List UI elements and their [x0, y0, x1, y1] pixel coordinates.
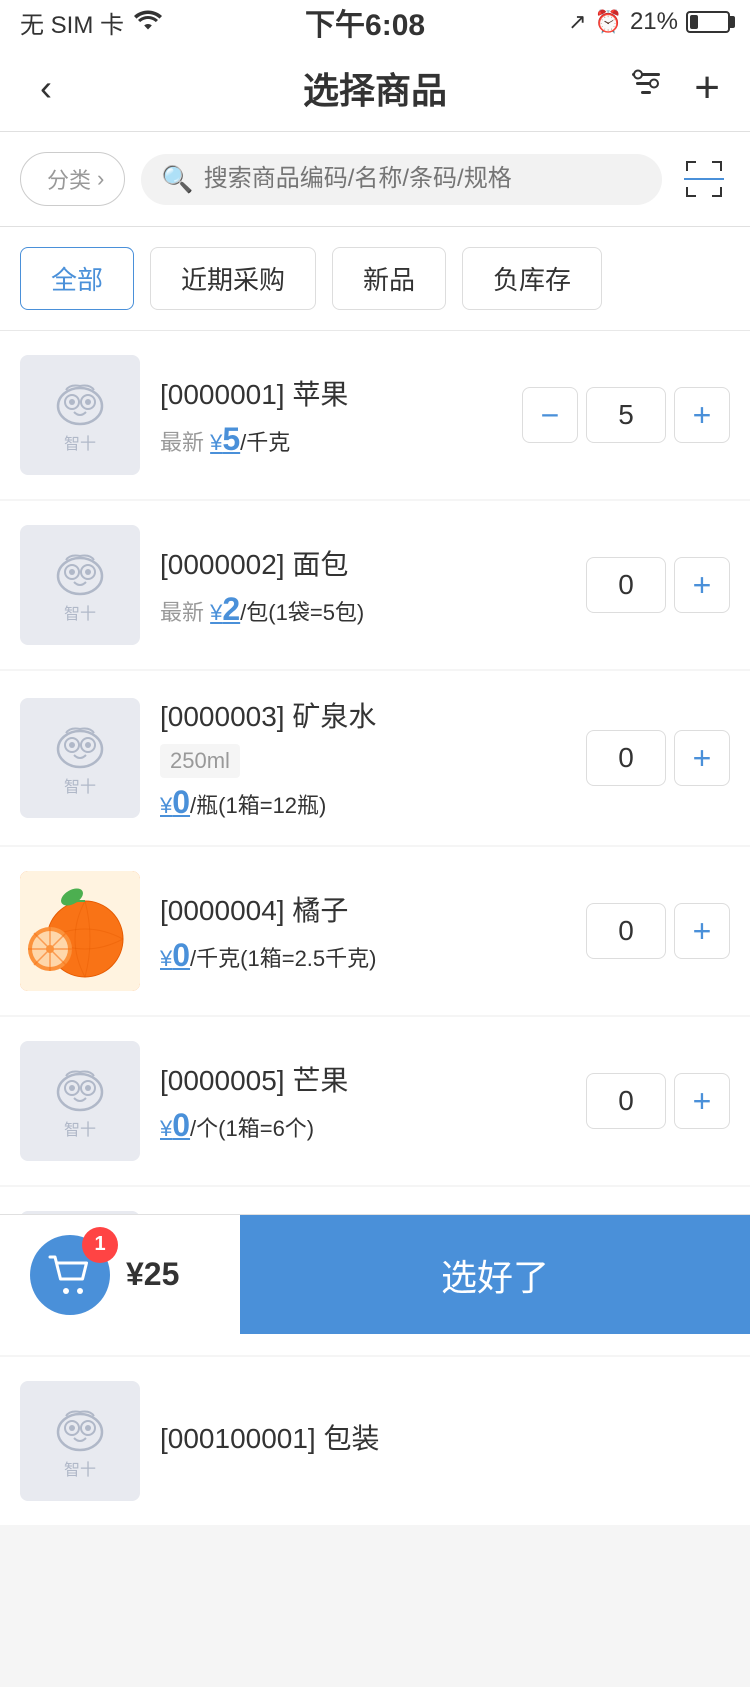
carrier-text: 无 SIM 卡	[20, 5, 124, 40]
page-title: 选择商品	[303, 62, 447, 114]
back-button[interactable]: ‹	[30, 57, 62, 119]
product-info: [0000001] 苹果 最新 ¥5/千克	[160, 373, 522, 458]
quantity-plus-button[interactable]: +	[674, 1073, 730, 1129]
status-bar: 无 SIM 卡 下午6:08 ↗ ⏰ 21%	[0, 0, 750, 44]
location-icon: ↗	[568, 9, 586, 35]
product-price: 最新 ¥5/千克	[160, 421, 522, 458]
product-info: [0000004] 橘子 ¥0/千克(1箱=2.5千克)	[160, 889, 586, 974]
search-icon: 🔍	[161, 164, 193, 195]
product-price: ¥0/千克(1箱=2.5千克)	[160, 937, 586, 974]
cart-total: ¥25	[126, 1256, 179, 1293]
product-item: 智十 [000100001] 包装	[0, 1357, 750, 1525]
placeholder-logo: 智十	[50, 1404, 110, 1479]
tab-recent[interactable]: 近期采购	[150, 247, 316, 310]
product-thumbnail: 智十	[20, 1381, 140, 1501]
wifi-icon	[134, 8, 162, 37]
product-quantity: +	[586, 557, 730, 613]
product-info: [000100001] 包装	[160, 1417, 730, 1465]
quantity-plus-button[interactable]: +	[674, 730, 730, 786]
quantity-input[interactable]	[586, 1073, 666, 1129]
product-thumbnail: 智十	[20, 698, 140, 818]
product-name: [0000001] 苹果	[160, 373, 522, 413]
status-left: 无 SIM 卡	[20, 5, 162, 40]
cart-badge: 1	[82, 1227, 118, 1263]
status-time: 下午6:08	[305, 0, 425, 44]
product-thumbnail: 智十	[20, 355, 140, 475]
placeholder-logo: 智十	[50, 378, 110, 453]
product-info: [0000005] 芒果 ¥0/个(1箱=6个)	[160, 1059, 586, 1144]
tab-all[interactable]: 全部	[20, 247, 134, 310]
quantity-input[interactable]	[586, 557, 666, 613]
search-input[interactable]	[204, 165, 642, 193]
cart-section: 1 ¥25	[0, 1235, 240, 1315]
product-item: 智十 [0000001] 苹果 最新 ¥5/千克 − +	[0, 331, 750, 499]
battery-icon	[686, 11, 730, 33]
placeholder-logo: 智十	[50, 1064, 110, 1139]
tab-negative-stock[interactable]: 负库存	[462, 247, 602, 310]
product-thumbnail: 智十	[20, 525, 140, 645]
quantity-input[interactable]	[586, 730, 666, 786]
cart-button[interactable]: 1	[30, 1235, 110, 1315]
search-input-wrap: 🔍	[141, 154, 662, 205]
bottom-bar: 1 ¥25 选好了	[0, 1214, 750, 1334]
product-price: 最新 ¥2/包(1袋=5包)	[160, 591, 586, 628]
quantity-input[interactable]	[586, 387, 666, 443]
product-name: [0000003] 矿泉水	[160, 695, 586, 735]
scan-icon[interactable]	[678, 153, 730, 205]
nav-actions: +	[628, 63, 720, 113]
product-price: ¥0/个(1箱=6个)	[160, 1107, 586, 1144]
alarm-icon: ⏰	[595, 9, 622, 35]
quantity-plus-button[interactable]: +	[674, 903, 730, 959]
placeholder-logo: 智十	[50, 721, 110, 796]
product-list: 智十 [0000001] 苹果 最新 ¥5/千克 − +	[0, 331, 750, 1687]
add-icon[interactable]: +	[694, 63, 720, 113]
product-item: [0000004] 橘子 ¥0/千克(1箱=2.5千克) +	[0, 847, 750, 1015]
product-info: [0000003] 矿泉水 250ml ¥0/瓶(1箱=12瓶)	[160, 695, 586, 821]
status-right: ↗ ⏰ 21%	[568, 8, 730, 36]
quantity-plus-button[interactable]: +	[674, 387, 730, 443]
product-quantity: +	[586, 1073, 730, 1129]
nav-bar: ‹ 选择商品 +	[0, 44, 750, 132]
product-quantity: +	[586, 730, 730, 786]
product-item: 智十 [0000002] 面包 最新 ¥2/包(1袋=5包) +	[0, 501, 750, 669]
product-name: [0000002] 面包	[160, 543, 586, 583]
product-info: [0000002] 面包 最新 ¥2/包(1袋=5包)	[160, 543, 586, 628]
product-name: [0000004] 橘子	[160, 889, 586, 929]
filter-tabs: 全部 近期采购 新品 负库存	[0, 227, 750, 331]
product-item: 智十 [0000003] 矿泉水 250ml ¥0/瓶(1箱=12瓶) +	[0, 671, 750, 845]
placeholder-logo: 智十	[50, 548, 110, 623]
product-thumbnail: 智十	[20, 1041, 140, 1161]
confirm-button[interactable]: 选好了	[240, 1215, 750, 1334]
category-label: 分类	[47, 163, 91, 195]
filter-icon[interactable]	[628, 65, 664, 110]
quantity-plus-button[interactable]: +	[674, 557, 730, 613]
product-thumbnail	[20, 871, 140, 991]
product-price: ¥0/瓶(1箱=12瓶)	[160, 784, 586, 821]
quantity-minus-button[interactable]: −	[522, 387, 578, 443]
product-quantity: +	[586, 903, 730, 959]
battery-percent: 21%	[630, 8, 678, 36]
product-name: [0000005] 芒果	[160, 1059, 586, 1099]
quantity-input[interactable]	[586, 903, 666, 959]
category-button[interactable]: 分类 ›	[20, 152, 125, 206]
product-name: [000100001] 包装	[160, 1417, 730, 1457]
product-item: 智十 [0000005] 芒果 ¥0/个(1箱=6个) +	[0, 1017, 750, 1185]
product-quantity: − +	[522, 387, 730, 443]
search-area: 分类 › 🔍	[0, 132, 750, 227]
product-spec: 250ml	[160, 744, 240, 778]
tab-new[interactable]: 新品	[332, 247, 446, 310]
chevron-right-icon: ›	[97, 166, 104, 192]
